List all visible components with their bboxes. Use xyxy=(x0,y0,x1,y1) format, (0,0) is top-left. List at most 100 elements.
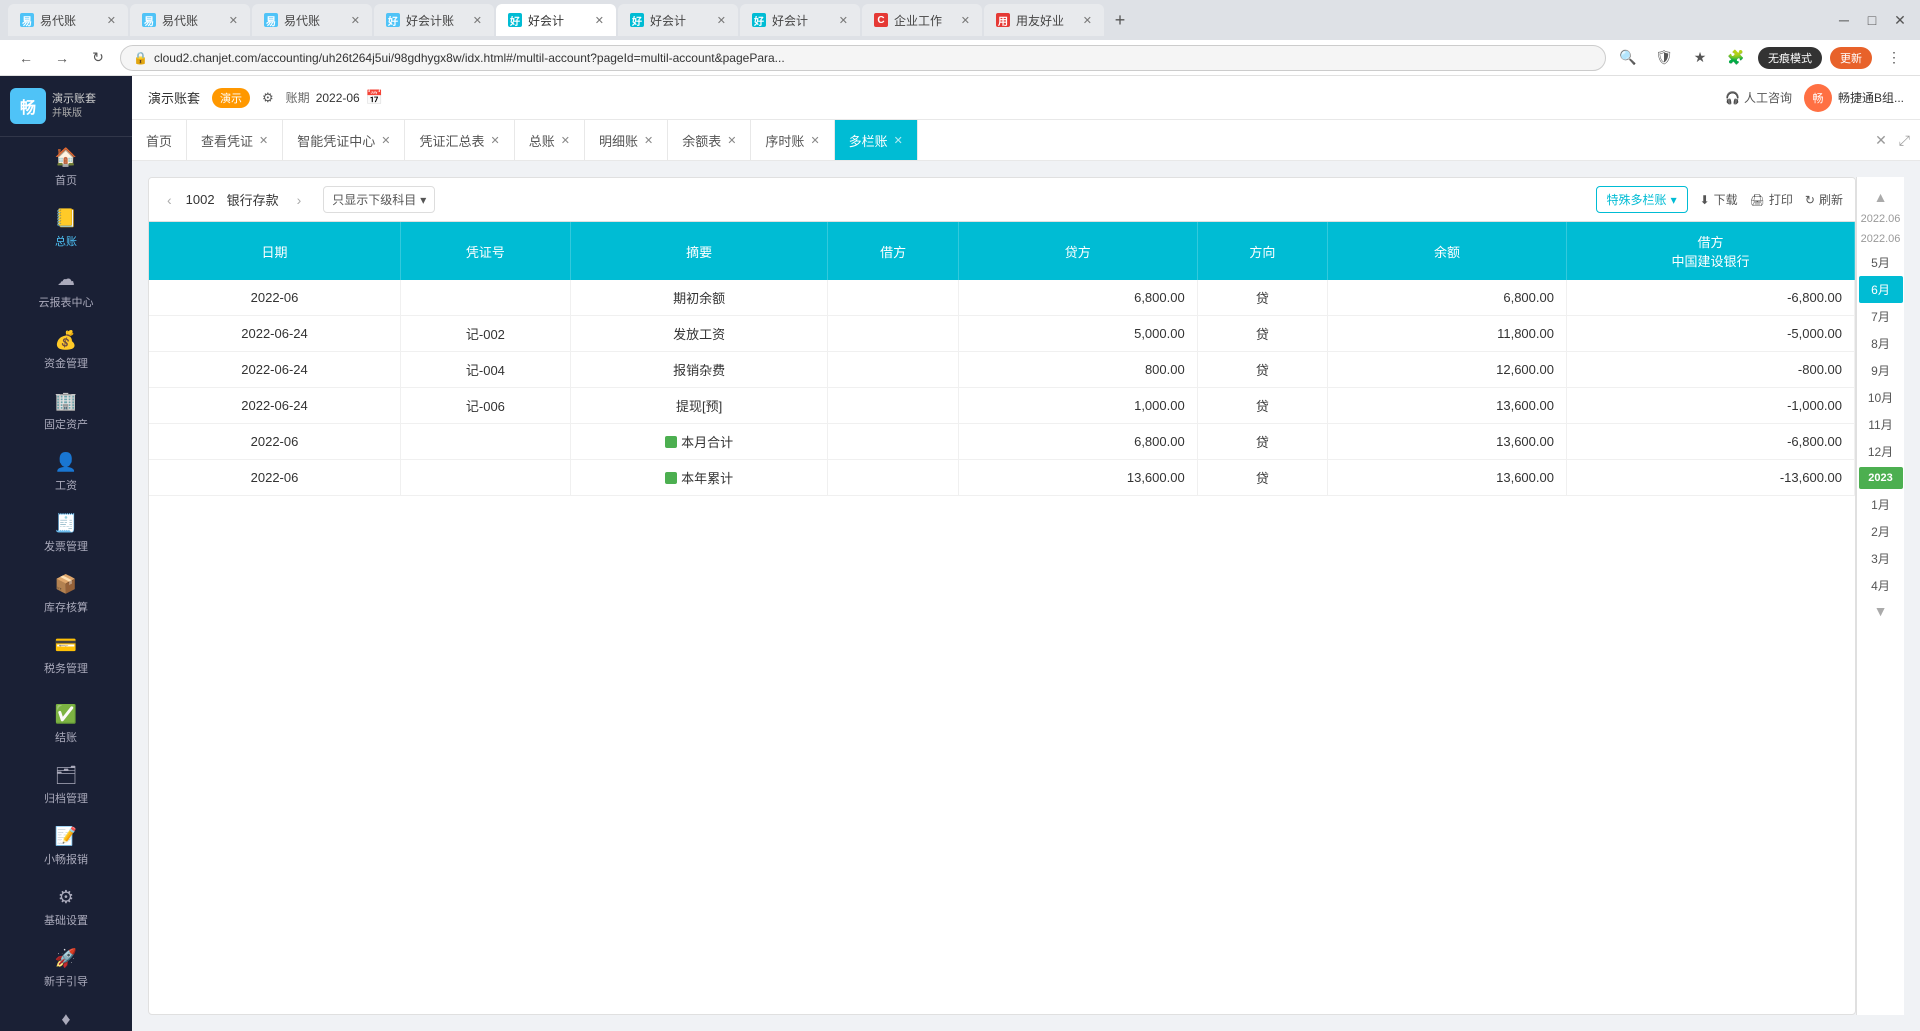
tab-detail-ledger-close[interactable]: ✕ xyxy=(644,134,653,147)
browser-tab-5[interactable]: 好 好会计 ✕ xyxy=(496,4,616,36)
bookmark-icon[interactable]: ★ xyxy=(1686,44,1714,72)
month-item[interactable]: 7月 xyxy=(1859,303,1903,330)
shield-icon[interactable]: 🛡 xyxy=(1650,44,1678,72)
tab-voucher-summary[interactable]: 凭证汇总表 ✕ xyxy=(405,120,514,160)
prev-account-button[interactable]: ‹ xyxy=(161,190,178,210)
month-item[interactable]: 9月 xyxy=(1859,357,1903,384)
settings-gear-icon[interactable]: ⚙ xyxy=(262,90,274,106)
update-button[interactable]: 更新 xyxy=(1830,47,1872,69)
back-button[interactable]: ← xyxy=(12,44,40,72)
sidebar-item-settings[interactable]: ⚙ 基础设置 xyxy=(0,877,132,938)
sidebar-item-salary[interactable]: 👤 工资 xyxy=(0,442,132,503)
tab-close-5[interactable]: ✕ xyxy=(595,14,604,27)
tab-smart-voucher-close[interactable]: ✕ xyxy=(381,134,390,147)
menu-icon[interactable]: ⋮ xyxy=(1880,44,1908,72)
sidebar-item-home[interactable]: 🏠 首页 xyxy=(0,137,132,198)
extra-col-header1: 借方 xyxy=(1575,232,1846,251)
tab-multi-column-close[interactable]: ✕ xyxy=(894,134,903,147)
expand-icon[interactable]: ⤢ xyxy=(1897,130,1912,151)
sidebar-item-invoice[interactable]: 🧾 发票管理 xyxy=(0,503,132,564)
refresh-button[interactable]: ↻ xyxy=(84,44,112,72)
voucher-link[interactable]: 记-002 xyxy=(466,327,505,342)
browser-tab-2[interactable]: 易 易代账 ✕ xyxy=(130,4,250,36)
sidebar-item-archive[interactable]: 🗂 归档管理 xyxy=(0,755,132,816)
tab-balance-sheet-close[interactable]: ✕ xyxy=(727,134,736,147)
month-item[interactable]: 4月 xyxy=(1859,572,1903,599)
tab-voucher-view-close[interactable]: ✕ xyxy=(259,134,268,147)
sidebar-item-fixed-assets[interactable]: 🏢 固定资产 xyxy=(0,381,132,442)
tab-close-8[interactable]: ✕ xyxy=(961,14,970,27)
sidebar-item-cloud-report[interactable]: ☁ 云报表中心 xyxy=(0,259,132,320)
url-bar[interactable]: 🔒 cloud2.chanjet.com/accounting/uh26t264… xyxy=(120,45,1606,71)
sidebar-item-inventory[interactable]: 📦 库存核算 xyxy=(0,564,132,625)
close-window-button[interactable]: ✕ xyxy=(1888,8,1912,32)
maximize-button[interactable]: □ xyxy=(1860,8,1884,32)
month-item[interactable]: 2月 xyxy=(1859,518,1903,545)
tab-close-1[interactable]: ✕ xyxy=(107,14,116,27)
browser-tab-7[interactable]: 好 好会计 ✕ xyxy=(740,4,860,36)
month-item[interactable]: 12月 xyxy=(1859,438,1903,465)
sidebar-item-closing[interactable]: ✅ 结账 xyxy=(0,694,132,755)
tab-detail-ledger[interactable]: 明细账 ✕ xyxy=(585,120,668,160)
download-button[interactable]: ⬇ 下载 xyxy=(1700,191,1738,208)
month-item[interactable]: 1月 xyxy=(1859,491,1903,518)
tab-home[interactable]: 首页 xyxy=(132,120,187,160)
sidebar-item-membership[interactable]: ♦ 畅会员 xyxy=(0,999,132,1031)
search-icon[interactable]: 🔍 xyxy=(1614,44,1642,72)
tab-close-4[interactable]: ✕ xyxy=(473,14,482,27)
browser-tab-4[interactable]: 好 好会计账 ✕ xyxy=(374,4,494,36)
tab-balance-sheet-label: 余额表 xyxy=(682,131,721,150)
cell-balance: 13,600.00 xyxy=(1328,388,1567,424)
voucher-link[interactable]: 记-004 xyxy=(466,363,505,378)
cell-credit: 1,000.00 xyxy=(958,388,1197,424)
sidebar-item-general-ledger[interactable]: 📒 总账 xyxy=(0,198,132,259)
consult-button[interactable]: 🎧 人工咨询 xyxy=(1725,89,1792,106)
browser-tab-9[interactable]: 用 用友好业 ✕ xyxy=(984,4,1104,36)
tab-general-ledger-close[interactable]: ✕ xyxy=(561,134,570,147)
voucher-link[interactable]: 记-006 xyxy=(466,399,505,414)
tab-close-7[interactable]: ✕ xyxy=(839,14,848,27)
calendar-icon[interactable]: 📅 xyxy=(366,89,383,106)
print-button[interactable]: 🖨 打印 xyxy=(1750,191,1793,208)
filter-select[interactable]: 只显示下级科目 ▾ xyxy=(323,186,435,213)
next-account-button[interactable]: › xyxy=(291,190,308,210)
tab-sequence-ledger[interactable]: 序时账 ✕ xyxy=(751,120,834,160)
sidebar-item-guide[interactable]: 🚀 新手引导 xyxy=(0,938,132,999)
month-item[interactable]: 6月 xyxy=(1859,276,1903,303)
month-item[interactable]: 3月 xyxy=(1859,545,1903,572)
forward-button[interactable]: → xyxy=(48,44,76,72)
app-container: 畅 演示账套 并联版 🏠 首页 📒 总账 ☁ 云报表中心 💰 资金管理 🏢 固定… xyxy=(0,76,1920,1031)
tab-general-ledger[interactable]: 总账 ✕ xyxy=(515,120,585,160)
tab-smart-voucher[interactable]: 智能凭证中心 ✕ xyxy=(283,120,405,160)
tab-voucher-view[interactable]: 查看凭证 ✕ xyxy=(187,120,283,160)
calendar-scroll-up[interactable]: ▲ xyxy=(1870,185,1892,209)
month-item[interactable]: 11月 xyxy=(1859,411,1903,438)
calendar-scroll-down[interactable]: ▼ xyxy=(1870,599,1892,623)
tab-close-9[interactable]: ✕ xyxy=(1083,14,1092,27)
sidebar-item-tax[interactable]: 💳 税务管理 xyxy=(0,625,132,686)
tab-close-3[interactable]: ✕ xyxy=(351,14,360,27)
sidebar-item-fund-mgmt[interactable]: 💰 资金管理 xyxy=(0,320,132,381)
browser-tab-3[interactable]: 易 易代账 ✕ xyxy=(252,4,372,36)
extension-icon[interactable]: 🧩 xyxy=(1722,44,1750,72)
refresh-button[interactable]: ↻ 刷新 xyxy=(1805,191,1843,208)
new-tab-button[interactable]: + xyxy=(1106,6,1134,34)
sidebar-item-expense[interactable]: 📝 小畅报销 xyxy=(0,816,132,877)
collapse-icon[interactable]: ✕ xyxy=(1873,130,1889,151)
minimize-button[interactable]: ─ xyxy=(1832,8,1856,32)
tab-close-2[interactable]: ✕ xyxy=(229,14,238,27)
incognito-button[interactable]: 无痕模式 xyxy=(1758,47,1822,69)
right-calendar-sidebar: ▲ 2022.06 2022.06 5月6月7月8月9月10月11月12月202… xyxy=(1856,177,1904,1015)
month-item[interactable]: 5月 xyxy=(1859,249,1903,276)
browser-tab-1[interactable]: 易 易代账 ✕ xyxy=(8,4,128,36)
special-multicolumn-button[interactable]: 特殊多栏账 ▾ xyxy=(1596,186,1688,213)
tab-close-6[interactable]: ✕ xyxy=(717,14,726,27)
tab-sequence-ledger-close[interactable]: ✕ xyxy=(810,134,819,147)
tab-voucher-summary-close[interactable]: ✕ xyxy=(491,134,500,147)
tab-balance-sheet[interactable]: 余额表 ✕ xyxy=(668,120,751,160)
month-item[interactable]: 10月 xyxy=(1859,384,1903,411)
month-item[interactable]: 8月 xyxy=(1859,330,1903,357)
browser-tab-6[interactable]: 好 好会计 ✕ xyxy=(618,4,738,36)
browser-tab-8[interactable]: C 企业工作 ✕ xyxy=(862,4,982,36)
tab-multi-column[interactable]: 多栏账 ✕ xyxy=(835,120,918,160)
